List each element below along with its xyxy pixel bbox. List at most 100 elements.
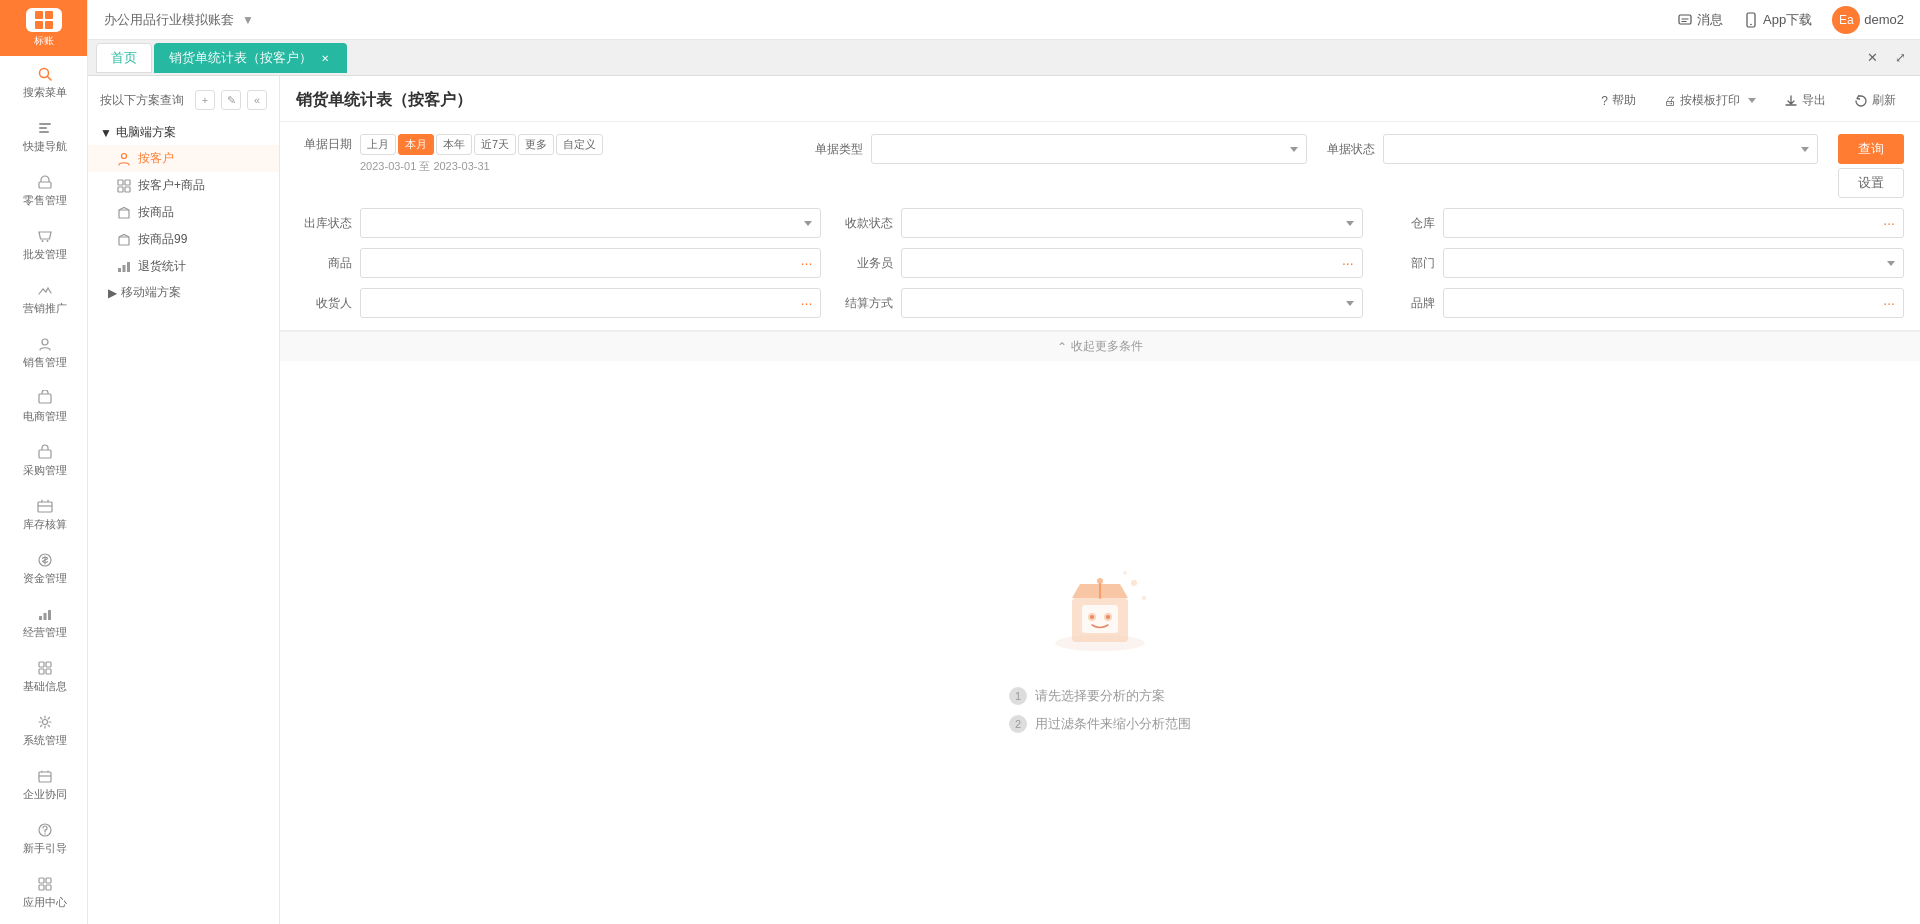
sidebar-marketing[interactable]: 营销推广 — [0, 272, 87, 326]
collapse-label: 收起更多条件 — [1071, 338, 1143, 355]
sidebar-wechat[interactable]: 企业微信 — [0, 920, 87, 924]
status-select[interactable] — [1383, 134, 1818, 164]
sidebar-quick-nav[interactable]: 快捷导航 — [0, 110, 87, 164]
date-label: 单据日期 — [296, 136, 352, 153]
svg-rect-20 — [39, 662, 44, 667]
svg-rect-15 — [38, 502, 52, 512]
date-range-display: 2023-03-01 至 2023-03-31 — [296, 159, 795, 174]
sidebar-finance[interactable]: 资金管理 — [0, 542, 87, 596]
date-btn-custom[interactable]: 自定义 — [556, 134, 603, 155]
print-arrow-down — [1748, 98, 1756, 103]
collapse-bar[interactable]: ⌃ 收起更多条件 — [280, 331, 1920, 361]
sidebar-operations[interactable]: 经营管理 — [0, 596, 87, 650]
collapse-panel-btn[interactable]: « — [247, 90, 267, 110]
sidebar-system[interactable]: 系统管理 — [0, 704, 87, 758]
chevron-right-icon: ▶ — [108, 286, 117, 300]
export-label: 导出 — [1802, 92, 1826, 109]
out-status-select[interactable] — [360, 208, 821, 238]
dept-arrow — [1887, 261, 1895, 266]
refresh-label: 刷新 — [1872, 92, 1896, 109]
query-button[interactable]: 查询 — [1838, 134, 1904, 164]
scheme-item-refund-stat[interactable]: 退货统计 — [88, 253, 279, 280]
scheme-item-by-product-99[interactable]: 按商品99 — [88, 226, 279, 253]
sidebar-inventory[interactable]: 库存核算 — [0, 488, 87, 542]
user-name-label: demo2 — [1864, 12, 1904, 27]
product-select[interactable]: ··· — [360, 248, 821, 278]
scheme-item-by-customer-product[interactable]: 按客户+商品 — [88, 172, 279, 199]
sidebar-retail[interactable]: 零售管理 — [0, 164, 87, 218]
dept-select[interactable] — [1443, 248, 1904, 278]
tab-sales-stat-label: 销货单统计表（按客户） — [169, 49, 312, 67]
warehouse-select[interactable]: ··· — [1443, 208, 1904, 238]
date-btn-7days[interactable]: 近7天 — [474, 134, 516, 155]
help-btn[interactable]: ? 帮助 — [1593, 88, 1644, 113]
product-dots: ··· — [801, 255, 813, 271]
logo-icon — [26, 8, 62, 32]
edit-scheme-btn[interactable]: ✎ — [221, 90, 241, 110]
svg-rect-25 — [39, 772, 51, 782]
date-btn-this-year[interactable]: 本年 — [436, 134, 472, 155]
svg-rect-45 — [127, 262, 130, 272]
topbar-message[interactable]: 消息 — [1677, 11, 1723, 29]
sidebar: 标账 搜索菜单 快捷导航 零售管理 批发管理 营销推广 销售管理 电商管理 采购… — [0, 0, 88, 924]
collect-status-select[interactable] — [901, 208, 1362, 238]
sidebar-guide[interactable]: 新手引导 — [0, 812, 87, 866]
product-label: 商品 — [296, 255, 352, 272]
filter-row-3: 商品 ··· 业务员 ··· 部门 — [296, 248, 1904, 278]
tab-sales-stat[interactable]: 销货单统计表（按客户） ✕ — [154, 43, 347, 73]
tab-close-all-btn[interactable]: ✕ — [1860, 46, 1884, 70]
filter-date-field: 单据日期 上月 本月 本年 近7天 更多 自定义 — [296, 134, 795, 155]
sidebar-wholesale[interactable]: 批发管理 — [0, 218, 87, 272]
svg-rect-23 — [46, 669, 51, 674]
scheme-item-by-product[interactable]: 按商品 — [88, 199, 279, 226]
main-panel: 销货单统计表（按客户） ? 帮助 🖨 按模板打印 导出 — [280, 76, 1920, 924]
warehouse-label: 仓库 — [1379, 215, 1435, 232]
scheme-group-mobile-header[interactable]: ▶ 移动端方案 — [88, 280, 279, 305]
topbar-app-download[interactable]: App下载 — [1743, 11, 1812, 29]
date-btn-prev-month[interactable]: 上月 — [360, 134, 396, 155]
sidebar-sales[interactable]: 销售管理 — [0, 326, 87, 380]
add-scheme-btn[interactable]: + — [195, 90, 215, 110]
template-print-btn[interactable]: 🖨 按模板打印 — [1656, 88, 1764, 113]
topbar-dropdown-icon[interactable]: ▼ — [242, 13, 254, 27]
sidebar-search[interactable]: 搜索菜单 — [0, 56, 87, 110]
svg-point-53 — [1131, 580, 1137, 586]
template-print-label: 按模板打印 — [1680, 92, 1740, 109]
svg-rect-22 — [39, 669, 44, 674]
sidebar-purchase[interactable]: 采购管理 — [0, 434, 87, 488]
type-select[interactable] — [871, 134, 1306, 164]
receiver-select[interactable]: ··· — [360, 288, 821, 318]
sidebar-quick-nav-label: 快捷导航 — [23, 139, 67, 154]
collect-status-label: 收款状态 — [837, 215, 893, 232]
topbar-user[interactable]: Ea demo2 — [1832, 6, 1904, 34]
scheme-item-by-customer[interactable]: 按客户 — [88, 145, 279, 172]
svg-line-5 — [48, 77, 52, 81]
date-btn-more[interactable]: 更多 — [518, 134, 554, 155]
date-btn-this-month[interactable]: 本月 — [398, 134, 434, 155]
sidebar-ecommerce[interactable]: 电商管理 — [0, 380, 87, 434]
brand-dots: ··· — [1883, 295, 1895, 311]
sidebar-basic[interactable]: 基础信息 — [0, 650, 87, 704]
page-title: 销货单统计表（按客户） — [296, 90, 472, 111]
settings-button[interactable]: 设置 — [1838, 168, 1904, 198]
dept-label: 部门 — [1379, 255, 1435, 272]
brand-select[interactable]: ··· — [1443, 288, 1904, 318]
export-btn[interactable]: 导出 — [1776, 88, 1834, 113]
scheme-group-desktop-label: 电脑端方案 — [116, 124, 176, 141]
sidebar-apps[interactable]: 应用中心 — [0, 866, 87, 920]
tab-maximize-btn[interactable]: ⤢ — [1888, 46, 1912, 70]
tab-home[interactable]: 首页 — [96, 43, 152, 73]
filter-status-field: 单据状态 — [1319, 134, 1818, 164]
salesperson-select[interactable]: ··· — [901, 248, 1362, 278]
svg-rect-31 — [46, 885, 51, 890]
sidebar-enterprise[interactable]: 企业协同 — [0, 758, 87, 812]
tab-close-btn[interactable]: ✕ — [318, 51, 332, 65]
settle-select[interactable] — [901, 288, 1362, 318]
topbar: 办公用品行业模拟账套 ▼ 消息 App下载 Ea demo2 — [88, 0, 1920, 40]
svg-point-12 — [42, 339, 48, 345]
scheme-group-desktop-header[interactable]: ▼ 电脑端方案 — [88, 120, 279, 145]
svg-rect-38 — [125, 180, 130, 185]
out-status-label: 出库状态 — [296, 215, 352, 232]
refresh-btn[interactable]: 刷新 — [1846, 88, 1904, 113]
box-icon — [116, 205, 132, 221]
